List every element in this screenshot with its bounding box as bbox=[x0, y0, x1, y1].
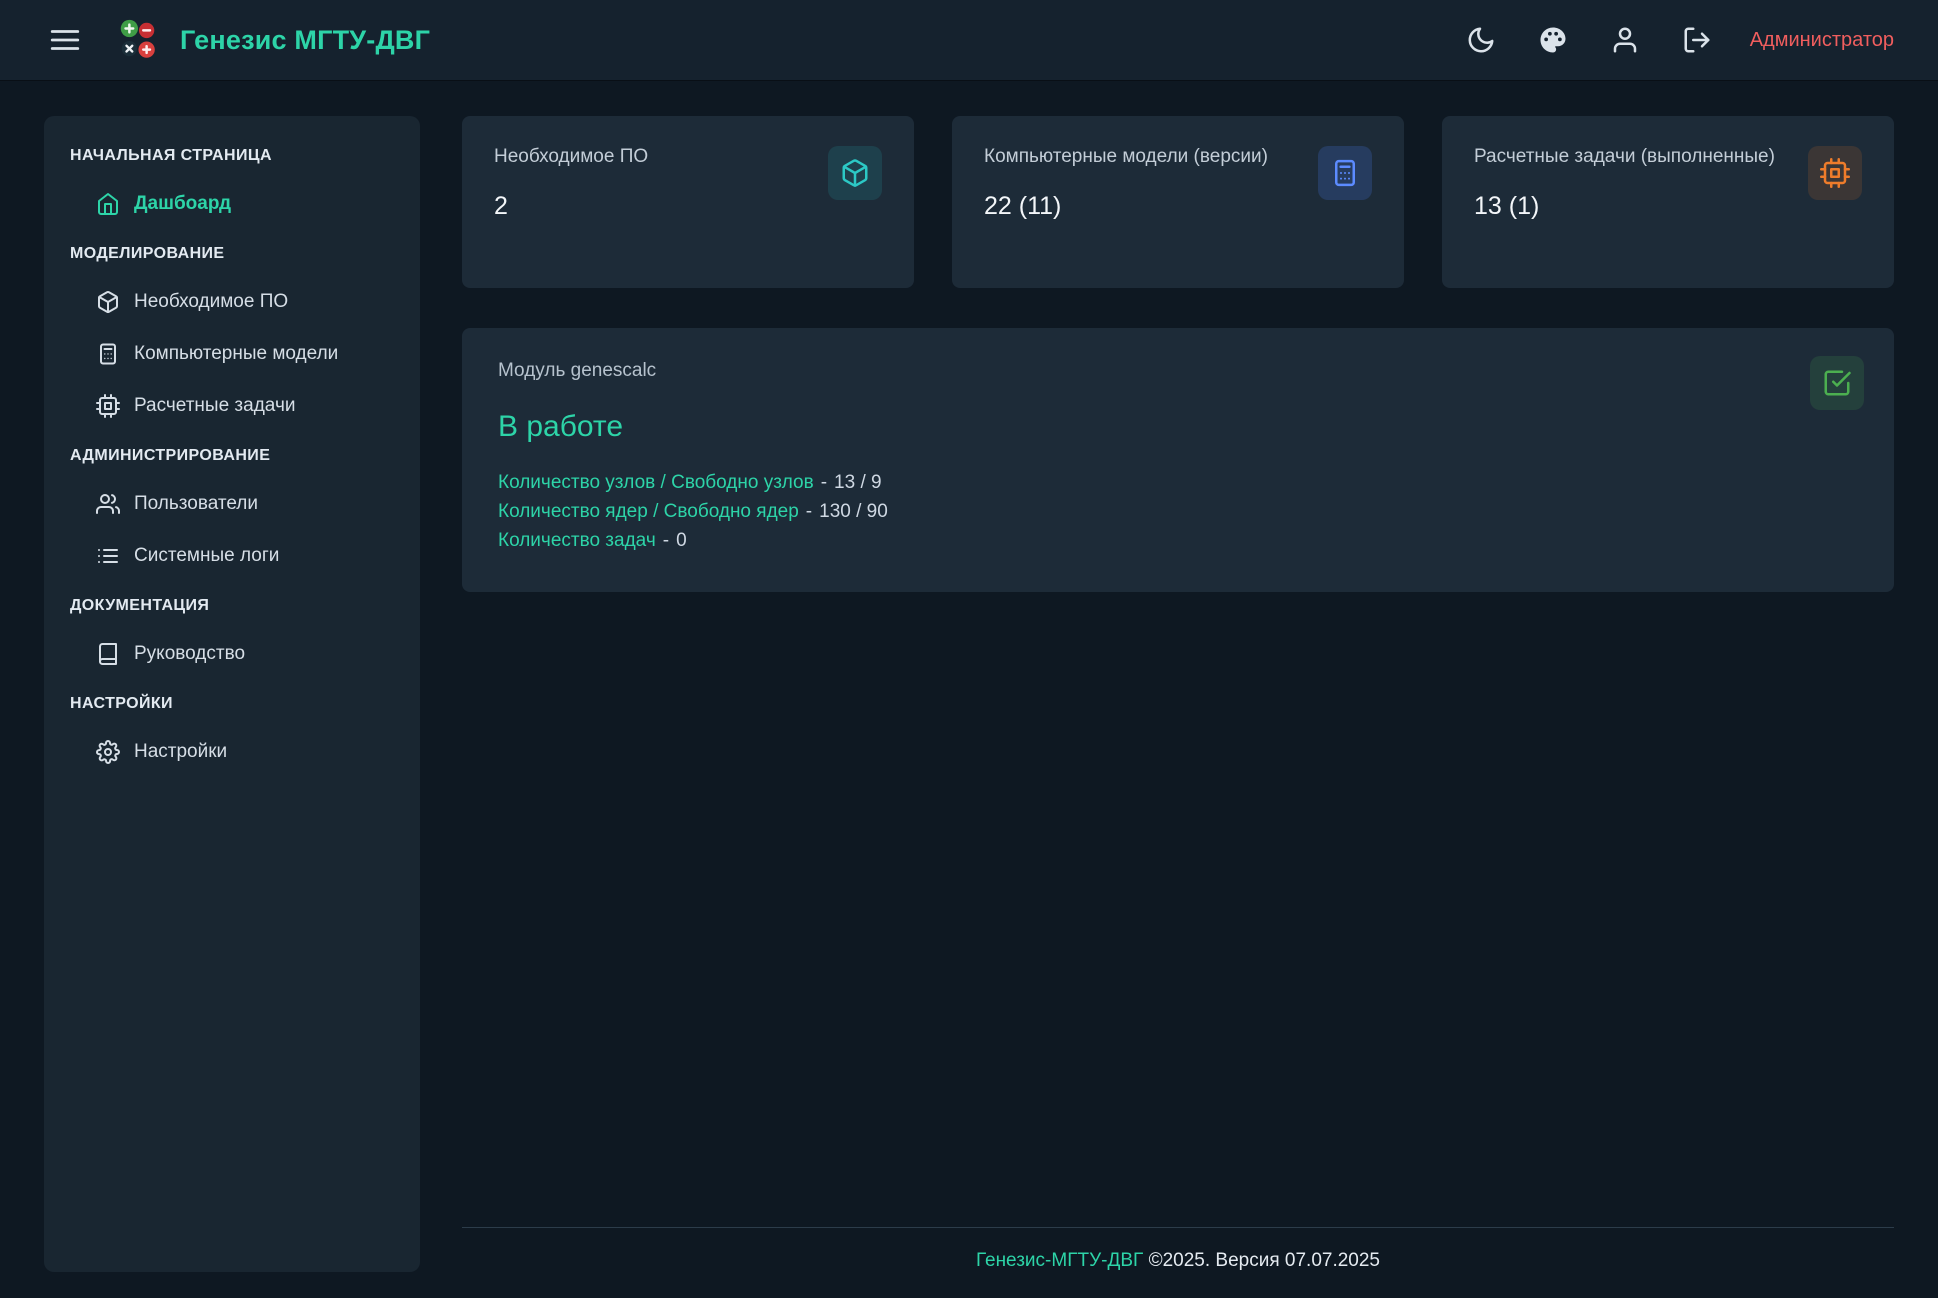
palette-button[interactable] bbox=[1534, 21, 1572, 59]
gear-icon bbox=[96, 740, 120, 764]
metric-cores: Количество ядер / Свободно ядер -130 / 90 bbox=[498, 501, 888, 522]
sidebar-item-users[interactable]: Пользователи bbox=[44, 478, 420, 530]
cpu-icon bbox=[1808, 146, 1862, 200]
footer: Генезис-МГТУ-ДВГ ©2025. Версия 07.07.202… bbox=[462, 1227, 1894, 1272]
sidebar-item-dashboard[interactable]: Дашбоард bbox=[44, 178, 420, 230]
module-title: Модуль genescalc bbox=[498, 360, 657, 381]
calculator-icon bbox=[96, 342, 120, 366]
stat-value: 13 (1) bbox=[1474, 192, 1540, 220]
stat-card-computer-models: Компьютерные модели (версии) 22 (11) bbox=[952, 116, 1404, 288]
home-icon bbox=[96, 192, 120, 216]
stat-value: 22 (11) bbox=[984, 192, 1062, 220]
header-actions: Администратор bbox=[1462, 21, 1894, 59]
hamburger-icon bbox=[48, 23, 82, 57]
sidebar-item-calculation-tasks[interactable]: Расчетные задачи bbox=[44, 380, 420, 432]
header: Генезис МГТУ-ДВГ Администратор bbox=[0, 0, 1938, 80]
main-content: Необходимое ПО 2 Компьютерные модели (ве… bbox=[462, 116, 1894, 1272]
sidebar-section-modeling: МОДЕЛИРОВАНИЕ bbox=[70, 245, 225, 262]
sidebar: НАЧАЛЬНАЯ СТРАНИЦА Дашбоард МОДЕЛИРОВАНИ… bbox=[44, 116, 420, 1272]
stat-card-calculation-tasks: Расчетные задачи (выполненные) 13 (1) bbox=[1442, 116, 1894, 288]
stat-label: Компьютерные модели (версии) bbox=[984, 146, 1268, 167]
sidebar-section-settings: НАСТРОЙКИ bbox=[70, 695, 173, 712]
sidebar-item-label: Пользователи bbox=[134, 493, 259, 514]
module-metrics: Количество узлов / Свободно узлов -13 / 9… bbox=[498, 468, 1858, 555]
theme-toggle-button[interactable] bbox=[1462, 21, 1500, 59]
cpu-icon bbox=[96, 394, 120, 418]
page-title: Генезис МГТУ-ДВГ bbox=[180, 24, 431, 55]
stat-value: 2 bbox=[494, 192, 508, 220]
sidebar-section-administration: АДМИНИСТРИРОВАНИЕ bbox=[70, 447, 271, 464]
book-icon bbox=[96, 642, 120, 666]
palette-icon bbox=[1538, 25, 1568, 55]
stat-label: Расчетные задачи (выполненные) bbox=[1474, 146, 1775, 167]
stat-label: Необходимое ПО bbox=[494, 146, 649, 167]
list-icon bbox=[96, 544, 120, 568]
cube-icon bbox=[96, 290, 120, 314]
metric-nodes: Количество узлов / Свободно узлов -13 / 9 bbox=[498, 472, 882, 493]
moon-icon bbox=[1466, 25, 1496, 55]
sidebar-item-required-software[interactable]: Необходимое ПО bbox=[44, 276, 420, 328]
sidebar-item-label: Необходимое ПО bbox=[134, 291, 289, 312]
sidebar-section-home: НАЧАЛЬНАЯ СТРАНИЦА bbox=[70, 147, 272, 164]
sidebar-item-settings[interactable]: Настройки bbox=[44, 726, 420, 778]
sidebar-item-label: Настройки bbox=[134, 741, 228, 762]
sidebar-item-label: Компьютерные модели bbox=[134, 343, 339, 364]
sidebar-item-label: Расчетные задачи bbox=[134, 395, 296, 416]
menu-toggle-button[interactable] bbox=[44, 19, 86, 61]
sidebar-item-manual[interactable]: Руководство bbox=[44, 628, 420, 680]
sidebar-section-documentation: ДОКУМЕНТАЦИЯ bbox=[70, 597, 210, 614]
stats-row: Необходимое ПО 2 Компьютерные модели (ве… bbox=[462, 116, 1894, 288]
cube-icon bbox=[828, 146, 882, 200]
profile-button[interactable] bbox=[1606, 21, 1644, 59]
footer-brand: Генезис-МГТУ-ДВГ bbox=[975, 1250, 1144, 1271]
app: Генезис МГТУ-ДВГ Администратор НАЧАЛЬНАЯ… bbox=[0, 0, 1938, 1298]
app-logo-icon bbox=[112, 17, 164, 63]
app-body: НАЧАЛЬНАЯ СТРАНИЦА Дашбоард МОДЕЛИРОВАНИ… bbox=[0, 80, 1938, 1298]
user-role-label: Администратор bbox=[1749, 28, 1894, 51]
user-icon bbox=[1610, 25, 1640, 55]
module-status-card: Модуль genescalc В работе Количество узл… bbox=[462, 328, 1894, 592]
sidebar-item-label: Дашбоард bbox=[134, 193, 232, 214]
module-status: В работе bbox=[498, 410, 624, 443]
stat-card-required-software: Необходимое ПО 2 bbox=[462, 116, 914, 288]
check-square-icon bbox=[1810, 356, 1864, 410]
logout-button[interactable] bbox=[1678, 21, 1716, 59]
sidebar-item-label: Системные логи bbox=[134, 545, 280, 566]
sidebar-item-system-logs[interactable]: Системные логи bbox=[44, 530, 420, 582]
logout-icon bbox=[1682, 25, 1712, 55]
users-icon bbox=[96, 492, 120, 516]
metric-tasks: Количество задач -0 bbox=[498, 530, 687, 551]
footer-text: ©2025. Версия 07.07.2025 bbox=[1148, 1250, 1380, 1271]
calculator-icon bbox=[1318, 146, 1372, 200]
sidebar-item-computer-models[interactable]: Компьютерные модели bbox=[44, 328, 420, 380]
sidebar-item-label: Руководство bbox=[134, 643, 246, 664]
